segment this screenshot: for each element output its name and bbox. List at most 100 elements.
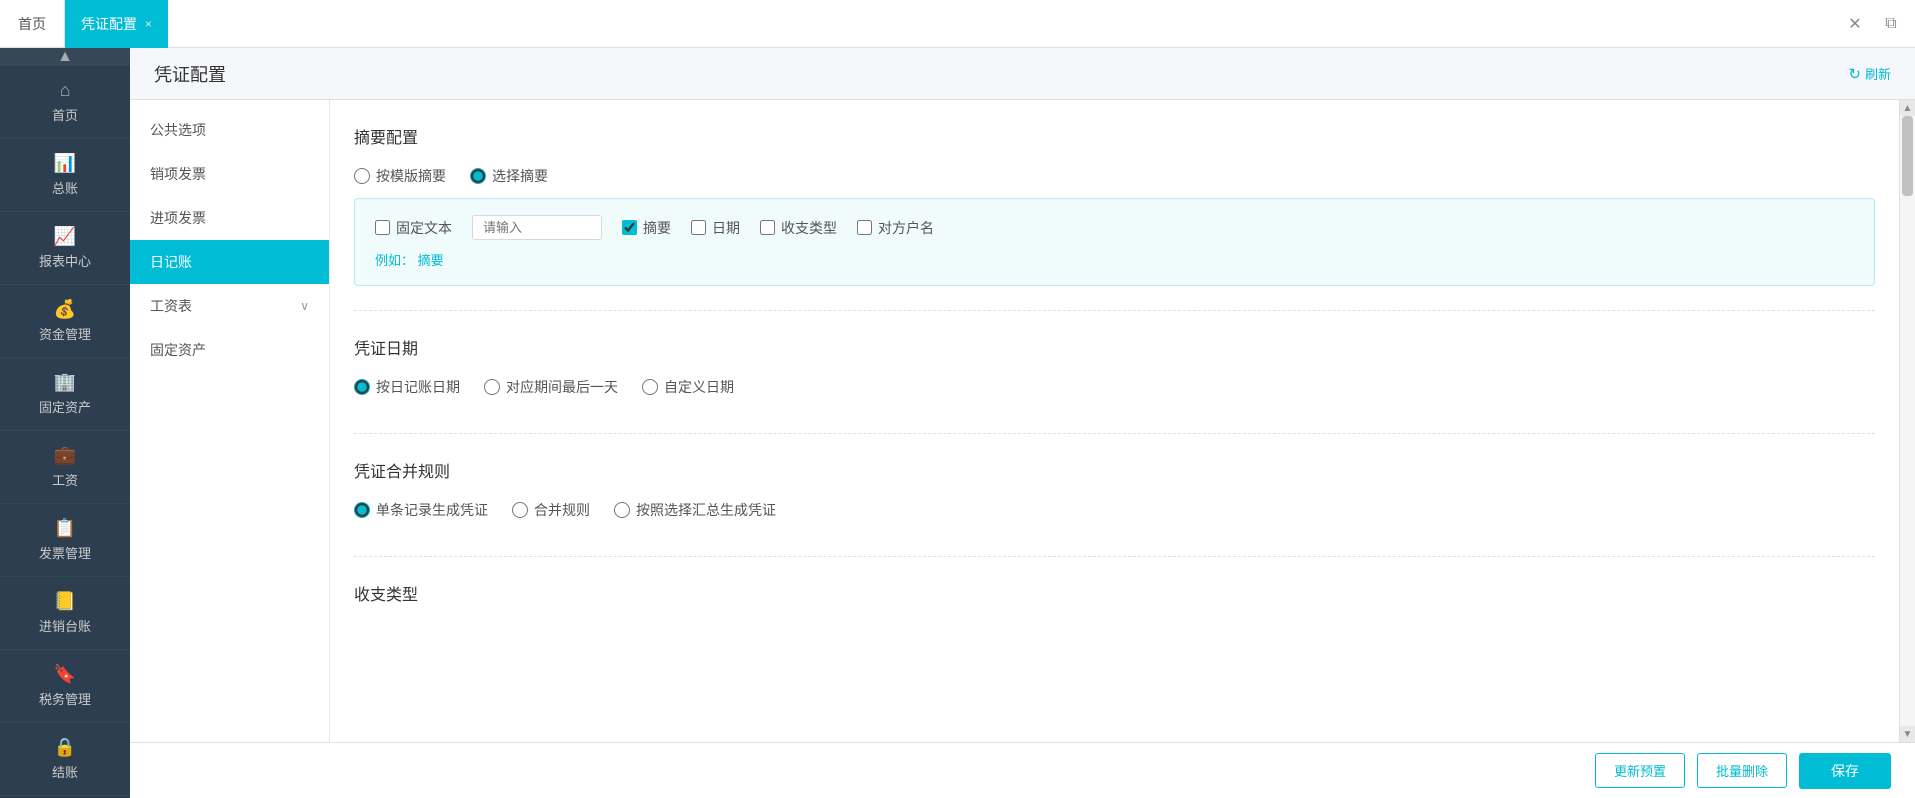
form-area: 摘要配置 按模版摘要 选择摘要 [330, 100, 1899, 742]
sidebar-item-invoice[interactable]: 📋 发票管理 [0, 504, 130, 577]
refresh-button[interactable]: ↻ 刷新 [1848, 64, 1891, 83]
sidebar-label-ledger: 总账 [52, 178, 78, 197]
sidebar-item-assets[interactable]: 🏢 固定资产 [0, 358, 130, 431]
main-layout: ▲ ⌂ 首页 📊 总账 📈 报表中心 💰 资金管理 🏢 固定资产 💼 工资 📋 … [0, 48, 1915, 798]
date-section-title: 凭证日期 [354, 335, 1875, 359]
date-radio1[interactable] [354, 379, 370, 395]
sidebar-item-reconcile[interactable]: 📒 进销台账 [0, 577, 130, 650]
update-preset-button[interactable]: 更新预置 [1595, 753, 1685, 788]
sidebar-label-assets: 固定资产 [39, 397, 91, 416]
home-icon: ⌂ [60, 80, 71, 101]
left-nav-sales[interactable]: 销项发票 [130, 152, 329, 196]
left-nav-payslip-label: 工资表 [150, 296, 192, 316]
counterpart-checkbox[interactable] [857, 220, 872, 235]
income-type-checkbox[interactable] [760, 220, 775, 235]
date-radio2-text: 对应期间最后一天 [506, 377, 618, 397]
tab-voucher-config[interactable]: 凭证配置 × [65, 0, 168, 48]
sidebar-item-home[interactable]: ⌂ 首页 [0, 66, 130, 139]
date-section: 凭证日期 按日记账日期 对应期间最后一天 自定义日期 [354, 335, 1875, 434]
left-nav-public[interactable]: 公共选项 [130, 108, 329, 152]
abstract-checkbox[interactable] [622, 220, 637, 235]
example-label: 例如： [375, 253, 414, 268]
page-body: 公共选项 销项发票 进项发票 日记账 工资表 ∨ 固定资产 [130, 100, 1915, 742]
income-section: 收支类型 [354, 581, 1875, 647]
sidebar-label-reconcile: 进销台账 [39, 616, 91, 635]
sidebar-item-close[interactable]: 🔒 结账 [0, 723, 130, 796]
sidebar-label-reports: 报表中心 [39, 251, 91, 270]
batch-delete-button[interactable]: 批量删除 [1697, 753, 1787, 788]
merge-radio1-label[interactable]: 单条记录生成凭证 [354, 500, 488, 520]
merge-radio3-label[interactable]: 按照选择汇总生成凭证 [614, 500, 776, 520]
reports-icon: 📈 [54, 226, 76, 247]
ledger-icon: 📊 [54, 153, 76, 174]
scroll-up-arrow[interactable]: ▲ [1900, 100, 1915, 116]
bottom-bar: 更新预置 批量删除 保存 [130, 742, 1915, 798]
tab-home[interactable]: 首页 [0, 0, 65, 48]
checkbox-area: 固定文本 摘要 日期 [354, 198, 1875, 286]
abstract-radio2-text: 选择摘要 [492, 166, 548, 186]
sidebar-label-invoice: 发票管理 [39, 543, 91, 562]
abstract-radio-group: 按模版摘要 选择摘要 [354, 166, 1875, 186]
right-scrollbar: ▲ ▼ [1899, 100, 1915, 742]
date-checkbox[interactable] [691, 220, 706, 235]
income-type-check-label[interactable]: 收支类型 [760, 218, 837, 238]
left-nav-journal[interactable]: 日记账 [130, 240, 329, 284]
save-button[interactable]: 保存 [1799, 753, 1891, 789]
sidebar-item-ledger[interactable]: 📊 总账 [0, 139, 130, 212]
sidebar-label-tax: 税务管理 [39, 689, 91, 708]
left-nav: 公共选项 销项发票 进项发票 日记账 工资表 ∨ 固定资产 [130, 100, 330, 742]
scroll-track[interactable] [1900, 116, 1915, 726]
tax-icon: 🔖 [54, 664, 76, 685]
merge-radio2[interactable] [512, 502, 528, 518]
fixed-text-text: 固定文本 [396, 218, 452, 238]
income-type-check-text: 收支类型 [781, 218, 837, 238]
date-radio3-text: 自定义日期 [664, 377, 734, 397]
left-nav-purchase-label: 进项发票 [150, 208, 206, 228]
abstract-radio1-label[interactable]: 按模版摘要 [354, 166, 446, 186]
date-radio3[interactable] [642, 379, 658, 395]
fixed-text-label[interactable]: 固定文本 [375, 218, 452, 238]
sidebar-item-funds[interactable]: 💰 资金管理 [0, 285, 130, 358]
abstract-radio1-text: 按模版摘要 [376, 166, 446, 186]
left-nav-payslip[interactable]: 工资表 ∨ [130, 284, 329, 328]
sidebar-item-reports[interactable]: 📈 报表中心 [0, 212, 130, 285]
example-value: 摘要 [418, 253, 444, 268]
left-nav-fixedasset[interactable]: 固定资产 [130, 328, 329, 372]
left-nav-purchase[interactable]: 进项发票 [130, 196, 329, 240]
merge-radio-group: 单条记录生成凭证 合并规则 按照选择汇总生成凭证 [354, 500, 1875, 520]
abstract-radio2[interactable] [470, 168, 486, 184]
tab-close-icon[interactable]: × [145, 0, 152, 48]
page-header: 凭证配置 ↻ 刷新 [130, 48, 1915, 100]
fixed-text-input[interactable] [472, 215, 602, 240]
abstract-radio2-label[interactable]: 选择摘要 [470, 166, 548, 186]
sidebar-item-payroll[interactable]: 💼 工资 [0, 431, 130, 504]
merge-radio2-label[interactable]: 合并规则 [512, 500, 590, 520]
merge-section: 凭证合并规则 单条记录生成凭证 合并规则 按照选择汇总生成凭证 [354, 458, 1875, 557]
payroll-icon: 💼 [54, 445, 76, 466]
merge-radio2-text: 合并规则 [534, 500, 590, 520]
fixed-text-checkbox[interactable] [375, 220, 390, 235]
date-radio1-label[interactable]: 按日记账日期 [354, 377, 460, 397]
date-radio3-label[interactable]: 自定义日期 [642, 377, 734, 397]
merge-radio1-text: 单条记录生成凭证 [376, 500, 488, 520]
counterpart-check-label[interactable]: 对方户名 [857, 218, 934, 238]
window-close-button[interactable]: ✕ [1843, 12, 1867, 36]
date-check-label[interactable]: 日期 [691, 218, 740, 238]
merge-radio1[interactable] [354, 502, 370, 518]
sidebar-scroll-up[interactable]: ▲ [0, 48, 130, 66]
abstract-check-text: 摘要 [643, 218, 671, 238]
date-radio2-label[interactable]: 对应期间最后一天 [484, 377, 618, 397]
abstract-radio1[interactable] [354, 168, 370, 184]
page-title: 凭证配置 [154, 61, 226, 87]
sidebar: ▲ ⌂ 首页 📊 总账 📈 报表中心 💰 资金管理 🏢 固定资产 💼 工资 📋 … [0, 48, 130, 798]
left-nav-sales-label: 销项发票 [150, 164, 206, 184]
date-check-text: 日期 [712, 218, 740, 238]
left-nav-fixedasset-label: 固定资产 [150, 340, 206, 360]
abstract-check-label[interactable]: 摘要 [622, 218, 671, 238]
sidebar-item-tax[interactable]: 🔖 税务管理 [0, 650, 130, 723]
merge-radio3[interactable] [614, 502, 630, 518]
window-restore-button[interactable]: ⧉ [1879, 12, 1903, 36]
scroll-down-arrow[interactable]: ▼ [1900, 726, 1915, 742]
date-radio2[interactable] [484, 379, 500, 395]
date-radio-group: 按日记账日期 对应期间最后一天 自定义日期 [354, 377, 1875, 397]
